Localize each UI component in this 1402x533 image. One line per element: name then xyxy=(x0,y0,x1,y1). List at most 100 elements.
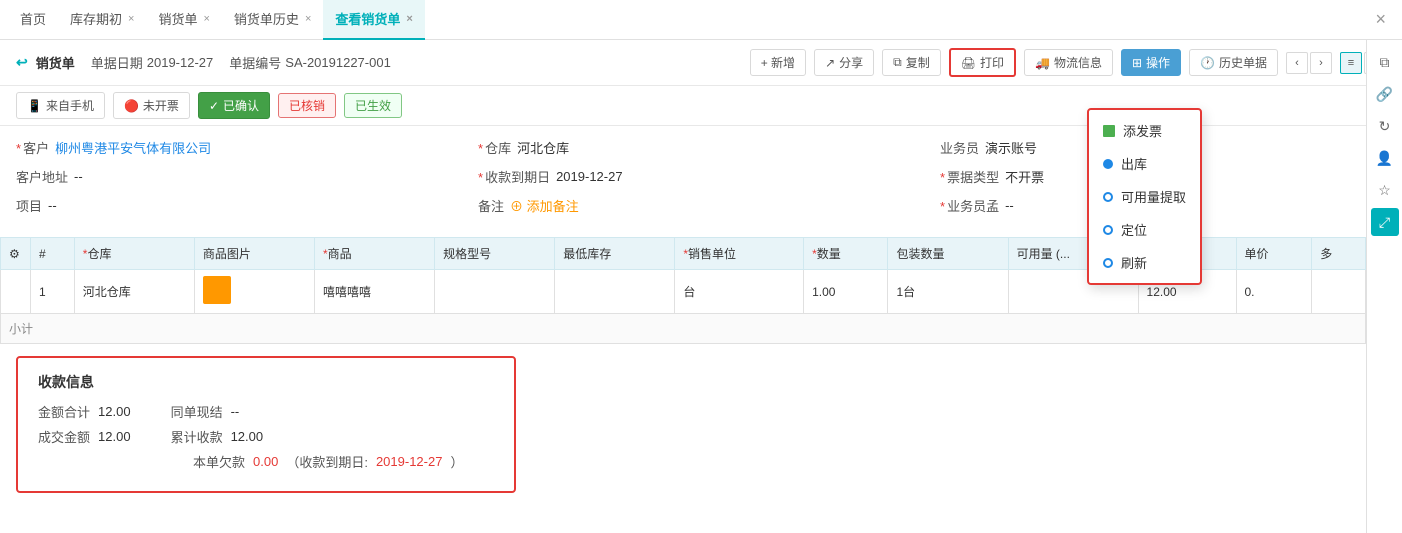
refresh-item[interactable]: 刷新 xyxy=(1089,246,1200,279)
payment-row-2: 成交金额 12.00 累计收款 12.00 xyxy=(38,427,494,446)
project-field: 项目 -- xyxy=(16,196,462,215)
copy-button[interactable]: ⧉ 复制 xyxy=(882,49,941,76)
sidebar-user-button[interactable]: 👤 xyxy=(1371,144,1399,172)
doc-date-label: 单据日期 xyxy=(91,53,143,72)
td-product: 嘻嘻嘻嘻 xyxy=(314,270,434,314)
project-value: -- xyxy=(48,198,57,213)
confirm-button[interactable]: ✓ 已确认 xyxy=(198,92,270,119)
td-gear xyxy=(1,270,31,314)
right-sidebar: ⧉ 🔗 ↻ 👤 ☆ ⤢ xyxy=(1366,40,1402,533)
payment-owed-label: 本单欠款 xyxy=(193,452,245,471)
check-icon: ✓ xyxy=(209,99,219,113)
print-button[interactable]: 🖨 打印 xyxy=(949,48,1016,77)
sidebar-rotate-button[interactable]: ↻ xyxy=(1371,112,1399,140)
payment-section: 收款信息 金额合计 12.00 同单现结 -- 成交金额 12.00 累计收款 … xyxy=(16,356,516,493)
payment-total-item: 金额合计 12.00 xyxy=(38,402,131,421)
th-sales-unit: *销售单位 xyxy=(675,238,804,270)
payment-transaction-value: 12.00 xyxy=(98,429,131,444)
doc-no-value: SA-20191227-001 xyxy=(285,55,391,70)
payment-cumulative-item: 累计收款 12.00 xyxy=(171,427,264,446)
tab-sales-history[interactable]: 销货单历史 × xyxy=(222,0,323,40)
locate-item[interactable]: 定位 xyxy=(1089,213,1200,246)
prev-button[interactable]: ‹ xyxy=(1286,52,1308,74)
td-qty: 1.00 xyxy=(804,270,888,314)
warehouse-value: 河北仓库 xyxy=(517,138,569,157)
doc-actions: + 新增 ↗ 分享 ⧉ 复制 🖨 打印 🚚 物流信息 ⊞ 操作 � xyxy=(750,48,1386,77)
th-product-img: 商品图片 xyxy=(194,238,314,270)
doc-header: ↩ 销货单 单据日期 2019-12-27 单据编号 SA-20191227-0… xyxy=(0,40,1402,86)
list-view-button[interactable]: ≡ xyxy=(1340,52,1362,74)
th-gear: ⚙ xyxy=(1,238,31,270)
td-product-img xyxy=(194,270,314,314)
payment-date-label: 收款到期日 xyxy=(478,167,550,186)
main-content: ↩ 销货单 单据日期 2019-12-27 单据编号 SA-20191227-0… xyxy=(0,40,1402,533)
print-icon: 🖨 xyxy=(961,56,976,70)
tab-sales-order[interactable]: 销货单 × xyxy=(146,0,221,40)
add-invoice-icon xyxy=(1103,125,1115,137)
th-product: *商品 xyxy=(314,238,434,270)
doc-no-label: 单据编号 xyxy=(229,53,281,72)
doc-title-icon: ↩ xyxy=(16,54,28,71)
tab-sales-order-close[interactable]: × xyxy=(203,13,209,25)
salesperson2-label: 业务员孟 xyxy=(940,196,999,215)
th-min-stock: 最低库存 xyxy=(555,238,675,270)
th-no: # xyxy=(31,238,75,270)
history-icon: 🕐 xyxy=(1200,56,1215,70)
nav-arrows: ‹ › xyxy=(1286,52,1332,74)
share-button[interactable]: ↗ 分享 xyxy=(814,49,874,76)
payment-date-value: 2019-12-27 xyxy=(556,169,623,184)
note-field: 备注 ⊕ 添加备注 xyxy=(478,196,924,215)
available-qty-item[interactable]: 可用量提取 xyxy=(1089,180,1200,213)
outbound-item[interactable]: 出库 xyxy=(1089,147,1200,180)
operations-button[interactable]: ⊞ 操作 xyxy=(1121,49,1181,76)
from-phone-button[interactable]: 📱 来自手机 xyxy=(16,92,105,119)
salesperson-label: 业务员 xyxy=(940,138,979,157)
warehouse-field: 仓库 河北仓库 xyxy=(478,138,924,157)
locate-icon xyxy=(1103,225,1113,235)
td-min-stock xyxy=(555,270,675,314)
tab-inventory-init[interactable]: 库存期初 × xyxy=(58,0,146,40)
th-unit-price: 单价 xyxy=(1236,238,1312,270)
td-no: 1 xyxy=(31,270,75,314)
sidebar-copy-button[interactable]: ⧉ xyxy=(1371,48,1399,76)
doc-title-group: ↩ 销货单 xyxy=(16,53,75,72)
ticket-type-value: 不开票 xyxy=(1005,167,1044,186)
tab-view-sales[interactable]: 查看销货单 × xyxy=(323,0,424,40)
customer-label: 客户 xyxy=(16,138,49,157)
window-close-button[interactable]: × xyxy=(1367,9,1394,30)
td-sales-unit: 台 xyxy=(675,270,804,314)
tab-bar: 首页 库存期初 × 销货单 × 销货单历史 × 查看销货单 × × xyxy=(0,0,1402,40)
payment-row-1: 金额合计 12.00 同单现结 -- xyxy=(38,402,494,421)
history-button[interactable]: 🕐 历史单据 xyxy=(1189,49,1278,76)
sidebar-link-button[interactable]: 🔗 xyxy=(1371,80,1399,108)
sidebar-star-button[interactable]: ☆ xyxy=(1371,176,1399,204)
not-open-button[interactable]: 🔴 未开票 xyxy=(113,92,190,119)
next-button[interactable]: › xyxy=(1310,52,1332,74)
doc-meta: 单据日期 2019-12-27 单据编号 SA-20191227-001 xyxy=(91,53,391,72)
tab-view-sales-close[interactable]: × xyxy=(406,13,412,25)
note-label: 备注 xyxy=(478,196,504,215)
new-button[interactable]: + 新增 xyxy=(750,49,806,76)
logistics-button[interactable]: 🚚 物流信息 xyxy=(1024,49,1113,76)
project-label: 项目 xyxy=(16,196,42,215)
tab-sales-history-close[interactable]: × xyxy=(305,13,311,25)
payment-same-order-label: 同单现结 xyxy=(171,402,223,421)
td-unit-price: 0. xyxy=(1236,270,1312,314)
payment-same-order-item: 同单现结 -- xyxy=(171,402,240,421)
payment-owed-value: 0.00 xyxy=(253,454,278,469)
refresh-icon xyxy=(1103,258,1113,268)
subtotal-row: 小计 xyxy=(1,314,1366,344)
sold-badge: 已核销 xyxy=(278,93,336,118)
payment-cumulative-value: 12.00 xyxy=(231,429,264,444)
tab-inventory-init-close[interactable]: × xyxy=(128,13,134,25)
td-warehouse: 河北仓库 xyxy=(74,270,194,314)
sidebar-expand-button[interactable]: ⤢ xyxy=(1371,208,1399,236)
tab-home[interactable]: 首页 xyxy=(8,0,58,40)
customer-value[interactable]: 柳州粤港平安气体有限公司 xyxy=(55,138,211,157)
th-pack-qty: 包装数量 xyxy=(888,238,1008,270)
add-invoice-item[interactable]: 添发票 xyxy=(1089,114,1200,147)
payment-owed-date: 2019-12-27 xyxy=(376,454,443,469)
add-note-button[interactable]: ⊕ 添加备注 xyxy=(510,196,579,215)
payment-row-3: 本单欠款 0.00 （收款到期日: 2019-12-27 ） xyxy=(38,452,494,471)
doc-type-label: 销货单 xyxy=(36,53,75,72)
